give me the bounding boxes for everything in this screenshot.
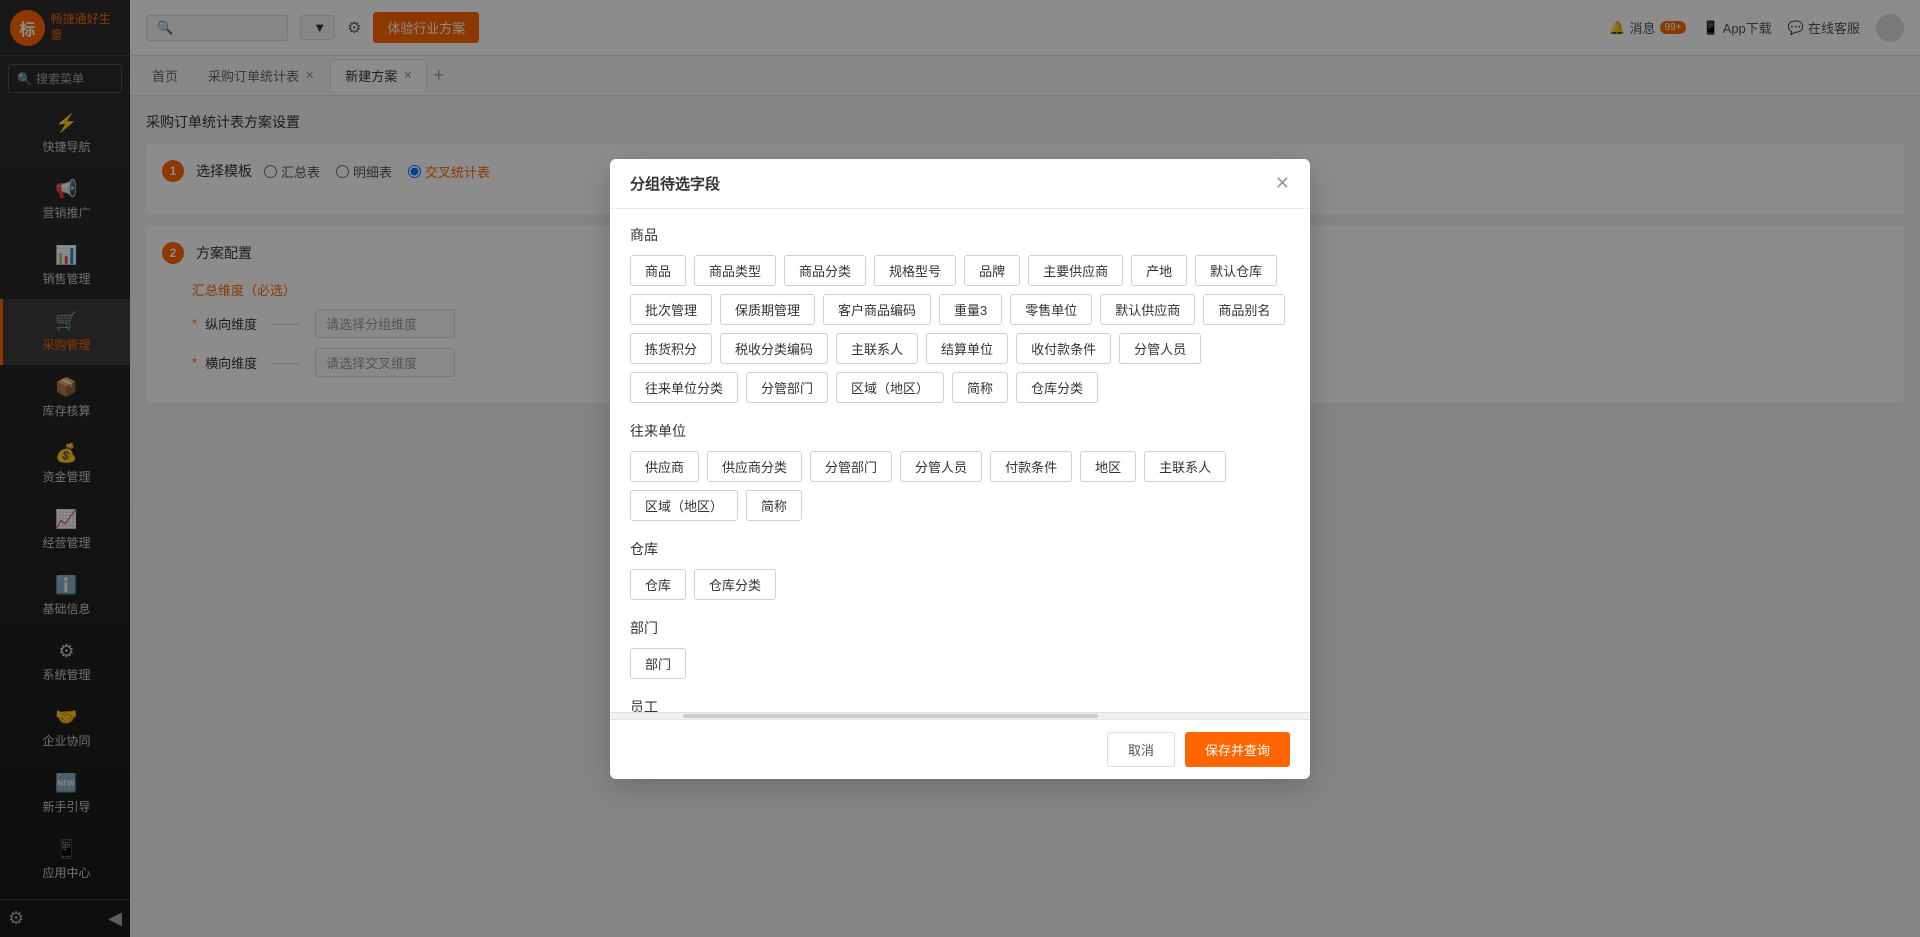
warehouse-tags: 仓库 仓库分类 bbox=[630, 569, 1290, 600]
tag-partner-4[interactable]: 付款条件 bbox=[990, 451, 1072, 482]
modal-header: 分组待选字段 ✕ bbox=[610, 159, 1310, 209]
tag-partner-1[interactable]: 供应商分类 bbox=[707, 451, 802, 482]
tag-goods-13[interactable]: 默认供应商 bbox=[1100, 294, 1195, 325]
tag-goods-4[interactable]: 品牌 bbox=[964, 255, 1020, 286]
tag-goods-24[interactable]: 简称 bbox=[952, 372, 1008, 403]
section-goods-title: 商品 bbox=[630, 225, 1290, 245]
tag-goods-1[interactable]: 商品类型 bbox=[694, 255, 776, 286]
tag-goods-23[interactable]: 区域（地区） bbox=[836, 372, 944, 403]
tag-partner-7[interactable]: 区域（地区） bbox=[630, 490, 738, 521]
tag-goods-8[interactable]: 批次管理 bbox=[630, 294, 712, 325]
section-employee-title: 员工 bbox=[630, 697, 1290, 713]
tag-goods-14[interactable]: 商品别名 bbox=[1203, 294, 1285, 325]
tag-warehouse-1[interactable]: 仓库分类 bbox=[694, 569, 776, 600]
tag-goods-7[interactable]: 默认仓库 bbox=[1195, 255, 1277, 286]
tag-goods-21[interactable]: 往来单位分类 bbox=[630, 372, 738, 403]
modal-close-button[interactable]: ✕ bbox=[1275, 173, 1290, 194]
modal-body[interactable]: 商品 商品 商品类型 商品分类 规格型号 品牌 主要供应商 产地 默认仓库 批次… bbox=[610, 209, 1310, 713]
tag-goods-3[interactable]: 规格型号 bbox=[874, 255, 956, 286]
tag-goods-9[interactable]: 保质期管理 bbox=[720, 294, 815, 325]
section-goods: 商品 商品 商品类型 商品分类 规格型号 品牌 主要供应商 产地 默认仓库 批次… bbox=[630, 225, 1290, 403]
tag-goods-19[interactable]: 收付款条件 bbox=[1016, 333, 1111, 364]
tag-goods-10[interactable]: 客户商品编码 bbox=[823, 294, 931, 325]
tag-dept-0[interactable]: 部门 bbox=[630, 648, 686, 679]
modal-save-button[interactable]: 保存并查询 bbox=[1185, 732, 1290, 767]
partner-tags: 供应商 供应商分类 分管部门 分管人员 付款条件 地区 主联系人 区域（地区） … bbox=[630, 451, 1290, 521]
h-scrollbar-thumb bbox=[683, 714, 1098, 718]
modal-footer: 取消 保存并查询 bbox=[610, 719, 1310, 779]
modal-overlay: 分组待选字段 ✕ 商品 商品 商品类型 商品分类 规格型号 品牌 主要供应商 产… bbox=[0, 0, 1920, 937]
tag-goods-15[interactable]: 拣货积分 bbox=[630, 333, 712, 364]
tag-partner-5[interactable]: 地区 bbox=[1080, 451, 1136, 482]
field-select-modal: 分组待选字段 ✕ 商品 商品 商品类型 商品分类 规格型号 品牌 主要供应商 产… bbox=[610, 159, 1310, 779]
tag-goods-0[interactable]: 商品 bbox=[630, 255, 686, 286]
section-dept-title: 部门 bbox=[630, 618, 1290, 638]
tag-goods-16[interactable]: 税收分类编码 bbox=[720, 333, 828, 364]
tag-goods-6[interactable]: 产地 bbox=[1131, 255, 1187, 286]
tag-partner-3[interactable]: 分管人员 bbox=[900, 451, 982, 482]
section-employee: 员工 业务员 bbox=[630, 697, 1290, 713]
tag-goods-18[interactable]: 结算单位 bbox=[926, 333, 1008, 364]
section-partner: 往来单位 供应商 供应商分类 分管部门 分管人员 付款条件 地区 主联系人 区域… bbox=[630, 421, 1290, 521]
tag-goods-20[interactable]: 分管人员 bbox=[1119, 333, 1201, 364]
section-partner-title: 往来单位 bbox=[630, 421, 1290, 441]
section-warehouse: 仓库 仓库 仓库分类 bbox=[630, 539, 1290, 600]
tag-goods-22[interactable]: 分管部门 bbox=[746, 372, 828, 403]
tag-goods-2[interactable]: 商品分类 bbox=[784, 255, 866, 286]
tag-partner-0[interactable]: 供应商 bbox=[630, 451, 699, 482]
tag-goods-25[interactable]: 仓库分类 bbox=[1016, 372, 1098, 403]
tag-goods-12[interactable]: 零售单位 bbox=[1010, 294, 1092, 325]
section-warehouse-title: 仓库 bbox=[630, 539, 1290, 559]
modal-cancel-button[interactable]: 取消 bbox=[1107, 732, 1175, 767]
tag-partner-2[interactable]: 分管部门 bbox=[810, 451, 892, 482]
goods-tags: 商品 商品类型 商品分类 规格型号 品牌 主要供应商 产地 默认仓库 批次管理 … bbox=[630, 255, 1290, 403]
tag-goods-17[interactable]: 主联系人 bbox=[836, 333, 918, 364]
tag-goods-11[interactable]: 重量3 bbox=[939, 294, 1002, 325]
dept-tags: 部门 bbox=[630, 648, 1290, 679]
section-dept: 部门 部门 bbox=[630, 618, 1290, 679]
modal-title: 分组待选字段 bbox=[630, 173, 720, 194]
tag-warehouse-0[interactable]: 仓库 bbox=[630, 569, 686, 600]
tag-partner-8[interactable]: 简称 bbox=[746, 490, 802, 521]
tag-partner-6[interactable]: 主联系人 bbox=[1144, 451, 1226, 482]
tag-goods-5[interactable]: 主要供应商 bbox=[1028, 255, 1123, 286]
